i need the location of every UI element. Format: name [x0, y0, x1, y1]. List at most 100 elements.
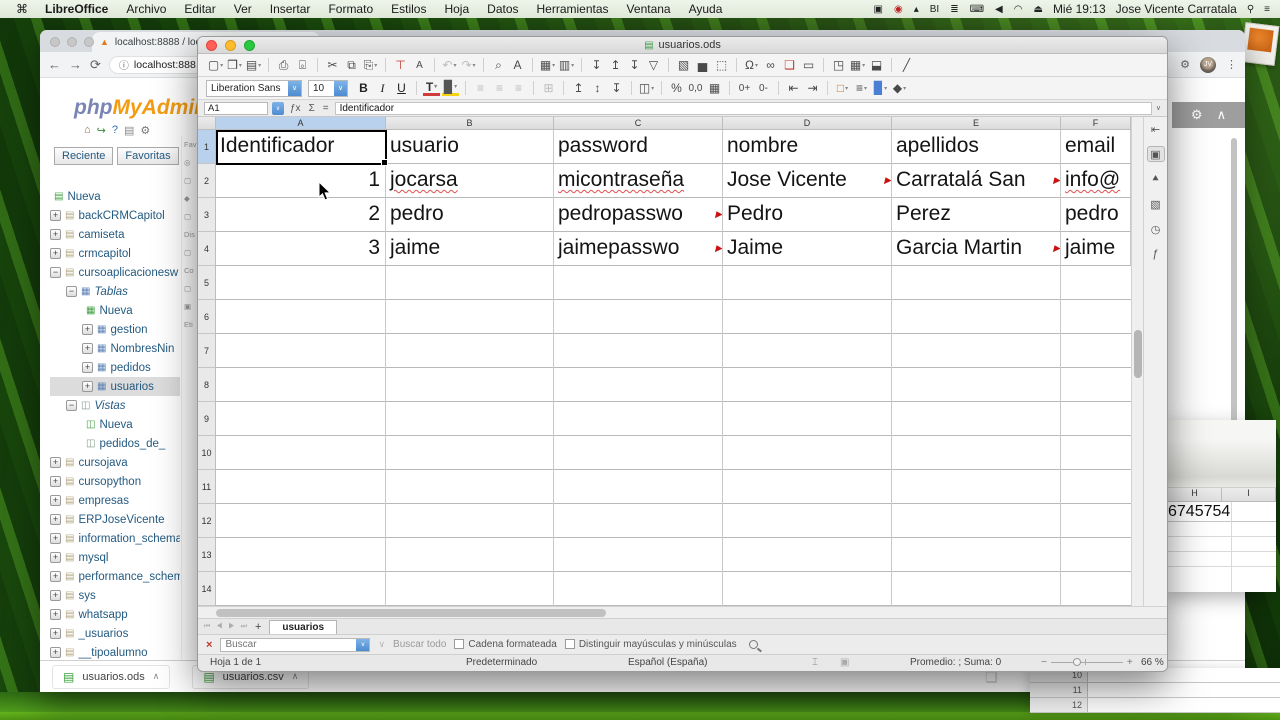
underline-icon[interactable]: U — [393, 79, 410, 97]
clone-formatting-icon[interactable]: ⊤ — [392, 56, 409, 74]
cell-e1[interactable]: apellidos — [892, 130, 1061, 164]
tree-item-usuarios[interactable]: + ▦ usuarios — [50, 377, 180, 396]
sum-icon[interactable]: Σ — [307, 103, 317, 114]
tree-item-sys[interactable]: + ▤ sys — [50, 586, 180, 605]
align-left-icon[interactable]: ≡ — [472, 79, 489, 97]
percent-format-icon[interactable]: % — [668, 79, 685, 97]
browser-zoom-button[interactable] — [84, 37, 94, 47]
cell-b4[interactable]: jaime — [386, 232, 554, 266]
zoom-percent[interactable]: 66 % — [1141, 657, 1164, 668]
row-header[interactable]: 7 — [198, 334, 215, 368]
find-replace-icon[interactable]: ⌕ — [490, 56, 507, 74]
find-all-button[interactable]: Buscar todo — [393, 639, 446, 650]
language[interactable]: Español (España) — [628, 657, 708, 668]
clear-formatting-icon[interactable]: A — [411, 56, 428, 74]
sort-icon[interactable]: ↧ — [588, 56, 605, 74]
cell-c2[interactable]: micontraseña — [554, 164, 723, 198]
wifi-icon[interactable]: ◠ — [1014, 4, 1023, 15]
tree-item-mysql[interactable]: + ▤ mysql — [50, 548, 180, 567]
highlight-color-icon[interactable]: ▉ — [442, 80, 459, 96]
tree-item-backcrmcapitol[interactable]: + ▤ backCRMCapitol — [50, 206, 180, 225]
increase-indent-icon[interactable]: ⇥ — [804, 79, 821, 97]
column-header-d[interactable]: D — [723, 117, 892, 129]
sort-descending-icon[interactable]: ↧ — [626, 56, 643, 74]
find-input[interactable] — [221, 639, 357, 650]
tree-item-whatsapp[interactable]: + ▤ whatsapp — [50, 605, 180, 624]
insert-image-icon[interactable]: ▧ — [675, 56, 692, 74]
average-sum-readout[interactable]: Promedio: ; Suma: 0 — [910, 657, 1001, 668]
display-icon[interactable]: ▣ — [874, 4, 883, 15]
tree-item-information-schema[interactable]: + ▤ information_schema — [50, 529, 180, 548]
row-header[interactable]: 10 — [198, 436, 215, 470]
center-vertically-icon[interactable]: ↕ — [589, 79, 606, 97]
border-color-icon[interactable]: ◆ — [891, 79, 908, 97]
cell-c3[interactable]: pedropasswo ▶ — [554, 198, 723, 232]
kebab-menu-icon[interactable]: ⋮ — [1226, 58, 1237, 71]
cell-f4[interactable]: jaime — [1061, 232, 1131, 266]
column-header-b[interactable]: B — [386, 117, 554, 129]
download-usuarios-ods[interactable]: ▤ usuarios.ods ∧ — [52, 664, 171, 689]
equals-icon[interactable]: = — [321, 103, 331, 114]
bi-icon[interactable]: BI — [930, 4, 939, 15]
status-red-icon[interactable]: ◉ — [894, 4, 903, 15]
tree-item-crmcapitol[interactable]: + ▤ crmcapitol — [50, 244, 180, 263]
vertical-scrollbar[interactable] — [1131, 117, 1143, 606]
function-wizard-icon[interactable]: ƒx — [288, 103, 303, 114]
menu-estilos[interactable]: Estilos — [382, 2, 435, 16]
tree-expander-icon[interactable]: + — [50, 533, 61, 544]
row-header[interactable]: 4 — [198, 232, 215, 266]
keyboard-icon[interactable]: ⌨ — [970, 4, 984, 15]
page-style[interactable]: Predeterminado — [466, 657, 537, 668]
font-size-combo[interactable]: 10 ∨ — [308, 79, 348, 97]
cut-icon[interactable]: ✂ — [324, 56, 341, 74]
menu-hoja[interactable]: Hoja — [435, 2, 478, 16]
expand-formula-bar-icon[interactable]: ∨ — [1156, 104, 1161, 112]
background-color-icon[interactable]: ▉ — [872, 79, 889, 97]
italic-icon[interactable]: I — [374, 79, 391, 97]
combo-arrow-icon[interactable]: ∨ — [334, 80, 347, 96]
combo-arrow-icon[interactable]: ∨ — [288, 80, 301, 96]
formula-input[interactable]: Identificador — [334, 101, 1152, 115]
tree-item-nueva-vista[interactable]: ◫ Nueva — [50, 415, 180, 434]
align-bottom-icon[interactable]: ↧ — [608, 79, 625, 97]
apple-menu-icon[interactable]: ⌘ — [16, 2, 28, 16]
minimize-button[interactable] — [225, 40, 236, 51]
row-header[interactable]: 5 — [198, 266, 215, 300]
tree-item-nombresnin[interactable]: + ▦ NombresNin — [50, 339, 180, 358]
styles-icon[interactable]: ⯅ — [1147, 171, 1165, 187]
properties-icon[interactable]: ▣ — [1146, 146, 1165, 162]
row-header[interactable]: 6 — [198, 300, 215, 334]
row-header[interactable]: 14 — [198, 572, 215, 606]
zoom-out-icon[interactable]: − — [1041, 657, 1047, 668]
menu-ver[interactable]: Ver — [225, 2, 261, 16]
sort-ascending-icon[interactable]: ↥ — [607, 56, 624, 74]
console-collapse-icon[interactable]: ∧ — [1217, 107, 1227, 123]
cell-f1[interactable]: email — [1061, 130, 1131, 164]
cell-c4[interactable]: jaimepasswo ▶ — [554, 232, 723, 266]
freeze-icon[interactable]: ▦ — [849, 56, 866, 74]
menubar-clock[interactable]: Mié 19:13 — [1053, 2, 1106, 16]
find-next-icon[interactable]: ∨ — [378, 639, 385, 650]
home-icon[interactable]: ⌂ — [84, 124, 91, 137]
align-right-icon[interactable]: ≡ — [510, 79, 527, 97]
print-preview-icon[interactable]: ⌻ — [294, 56, 311, 74]
site-info-icon[interactable]: ⓘ — [119, 57, 129, 72]
play-icon[interactable]: ▴ — [914, 4, 919, 15]
menu-editar[interactable]: Editar — [175, 2, 224, 16]
headers-footers-icon[interactable]: ◳ — [830, 56, 847, 74]
select-all-corner[interactable] — [198, 117, 215, 130]
tree-expander-icon[interactable]: + — [50, 628, 61, 639]
docs-icon[interactable]: ▤ — [124, 124, 134, 137]
tree-expander-icon[interactable]: − — [50, 267, 61, 278]
tree-expander-icon[interactable]: − — [66, 400, 77, 411]
match-case-option[interactable]: Distinguir mayúsculas y minúsculas — [564, 639, 737, 650]
tree-item-pedidos[interactable]: + ▦ pedidos — [50, 358, 180, 377]
tree-item-performance-schema[interactable]: + ▤ performance_schem — [50, 567, 180, 586]
row-header[interactable]: 11 — [198, 470, 215, 504]
special-character-icon[interactable]: Ω — [743, 56, 760, 74]
row-header[interactable]: 3 — [198, 198, 215, 232]
cell-a1[interactable]: Identificador — [216, 130, 386, 164]
sheet-tab-usuarios[interactable]: usuarios — [269, 619, 338, 634]
checkbox[interactable] — [564, 639, 575, 649]
menu-libreoffice[interactable]: LibreOffice — [36, 2, 117, 16]
